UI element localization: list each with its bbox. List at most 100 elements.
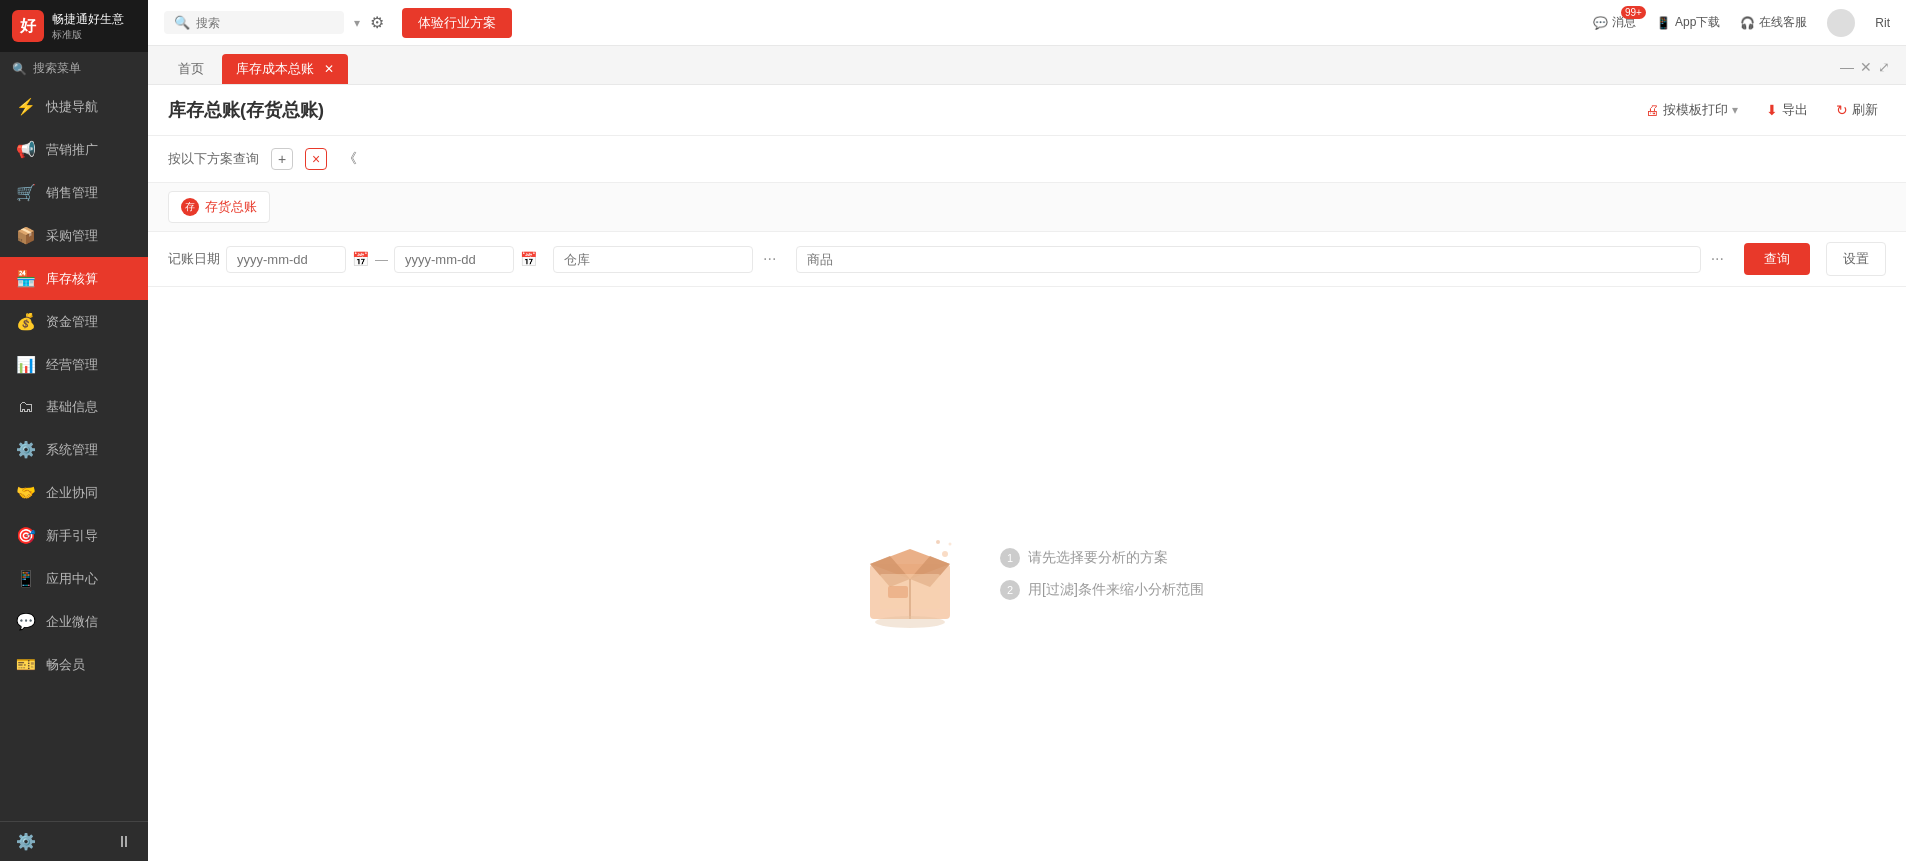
print-btn[interactable]: 🖨 按模板打印 ▾ [1637, 97, 1746, 123]
sidebar-item-label: 销售管理 [46, 184, 98, 202]
sales-icon: 🛒 [16, 183, 36, 202]
enterprise-icon: 🤝 [16, 483, 36, 502]
tab-close-all-icon[interactable]: ✕ [1860, 59, 1872, 75]
sidebar-item-quicknav[interactable]: ⚡ 快捷导航 [0, 85, 148, 128]
sidebar-item-business[interactable]: 📊 经营管理 [0, 343, 148, 386]
date-separator: — [375, 252, 388, 267]
sidebar-item-marketing[interactable]: 📢 营销推广 [0, 128, 148, 171]
online-service-action[interactable]: 🎧 在线客服 [1740, 14, 1807, 31]
logo-text: 畅捷通好生意 标准版 [52, 11, 124, 42]
export-btn[interactable]: ⬇ 导出 [1758, 97, 1816, 123]
header-chevron-icon[interactable]: ▾ [354, 16, 360, 30]
date-start-input[interactable] [226, 246, 346, 273]
warehouse-more-icon[interactable]: ··· [759, 250, 780, 268]
svg-rect-6 [888, 586, 908, 598]
main-content: 🔍 ▾ ⚙ 体验行业方案 💬 消息 99+ 📱 App下载 🎧 在线客服 Rit [148, 0, 1906, 861]
sidebar-item-label: 采购管理 [46, 227, 98, 245]
sidebar-item-inventory[interactable]: 🏪 库存核算 [0, 257, 148, 300]
message-action[interactable]: 💬 消息 99+ [1593, 14, 1636, 31]
refresh-icon: ↻ [1836, 102, 1848, 118]
headset-icon: 🎧 [1740, 16, 1755, 30]
wechat-icon: 💬 [16, 612, 36, 631]
query-btn[interactable]: 查询 [1744, 243, 1810, 275]
header-search-input[interactable] [196, 16, 346, 30]
sidebar-item-label: 系统管理 [46, 441, 98, 459]
filter-label: 按以下方案查询 [168, 150, 259, 168]
app-name: 畅捷通好生意 [52, 11, 124, 28]
sidebar-item-label: 应用中心 [46, 570, 98, 588]
header-gear-icon[interactable]: ⚙ [370, 13, 384, 32]
sidebar-item-appstore[interactable]: 📱 应用中心 [0, 557, 148, 600]
system-icon: ⚙️ [16, 440, 36, 459]
tab-minimize-icon[interactable]: — [1840, 59, 1854, 75]
sidebar-toggle-icon[interactable]: ⏸ [116, 833, 132, 851]
settings-btn[interactable]: 设置 [1826, 242, 1886, 276]
product-field-group: ··· [796, 246, 1728, 273]
online-service-label: 在线客服 [1759, 14, 1807, 31]
header-actions: 💬 消息 99+ 📱 App下载 🎧 在线客服 Rit [1593, 9, 1890, 37]
sidebar-item-system[interactable]: ⚙️ 系统管理 [0, 428, 148, 471]
tab-inventory-ledger[interactable]: 库存成本总账 ✕ [222, 54, 348, 84]
sidebar-item-purchase[interactable]: 📦 采购管理 [0, 214, 148, 257]
sidebar-item-member[interactable]: 🎫 畅会员 [0, 643, 148, 686]
filter-collapse-btn[interactable]: 《 [339, 148, 361, 170]
product-more-icon[interactable]: ··· [1707, 250, 1728, 268]
tip-text-2: 用[过滤]条件来缩小分析范围 [1028, 581, 1204, 599]
appstore-icon: 📱 [16, 569, 36, 588]
sidebar-item-label: 快捷导航 [46, 98, 98, 116]
sidebar: 好 畅捷通好生意 标准版 🔍 搜索菜单 ⚡ 快捷导航 📢 营销推广 🛒 销售管理… [0, 0, 148, 861]
industry-btn[interactable]: 体验行业方案 [402, 8, 512, 38]
sidebar-item-label: 资金管理 [46, 313, 98, 331]
message-badge: 99+ [1621, 6, 1646, 19]
tip-item-2: 2 用[过滤]条件来缩小分析范围 [1000, 580, 1204, 600]
refresh-btn[interactable]: ↻ 刷新 [1828, 97, 1886, 123]
search-label: 搜索菜单 [33, 60, 81, 77]
sidebar-search[interactable]: 🔍 搜索菜单 [0, 52, 148, 85]
warehouse-field-group: ··· [553, 246, 780, 273]
tab-label: 库存成本总账 [236, 61, 314, 76]
sidebar-item-label: 基础信息 [46, 398, 98, 416]
sidebar-item-sales[interactable]: 🛒 销售管理 [0, 171, 148, 214]
date-end-calendar-icon[interactable]: 📅 [520, 251, 537, 267]
page-actions: 🖨 按模板打印 ▾ ⬇ 导出 ↻ 刷新 [1637, 97, 1886, 123]
print-label: 按模板打印 [1663, 101, 1728, 119]
empty-illustration [850, 514, 970, 634]
sidebar-item-label: 营销推广 [46, 141, 98, 159]
logo-area: 好 畅捷通好生意 标准版 [0, 0, 148, 52]
settings-footer-icon[interactable]: ⚙️ [16, 832, 36, 851]
filter-add-btn[interactable]: + [271, 148, 293, 170]
app-download-label: App下载 [1675, 14, 1720, 31]
app-download-action[interactable]: 📱 App下载 [1656, 14, 1720, 31]
export-label: 导出 [1782, 101, 1808, 119]
scheme-item-inventory-ledger[interactable]: 存 存货总账 [168, 191, 270, 223]
message-icon: 💬 [1593, 16, 1608, 30]
tip-number-1: 1 [1000, 548, 1020, 568]
header-search-box[interactable]: 🔍 [164, 11, 344, 34]
product-input[interactable] [796, 246, 1700, 273]
date-field-group: 记账日期 📅 — 📅 [168, 246, 537, 273]
warehouse-input[interactable] [553, 246, 753, 273]
export-icon: ⬇ [1766, 102, 1778, 118]
app-badge: 标准版 [52, 28, 124, 42]
sidebar-nav: ⚡ 快捷导航 📢 营销推广 🛒 销售管理 📦 采购管理 🏪 库存核算 💰 资金管… [0, 85, 148, 821]
sidebar-item-basic[interactable]: 🗂 基础信息 [0, 386, 148, 428]
filter-bar: 按以下方案查询 + × 《 [148, 136, 1906, 183]
sidebar-footer: ⚙️ ⏸ [0, 821, 148, 861]
date-start-calendar-icon[interactable]: 📅 [352, 251, 369, 267]
tab-expand-icon[interactable]: ⤢ [1878, 59, 1890, 75]
search-icon: 🔍 [174, 15, 190, 30]
svg-point-7 [875, 616, 945, 628]
date-end-input[interactable] [394, 246, 514, 273]
tip-number-2: 2 [1000, 580, 1020, 600]
sidebar-item-wechat[interactable]: 💬 企业微信 [0, 600, 148, 643]
guide-icon: 🎯 [16, 526, 36, 545]
svg-point-8 [942, 551, 948, 557]
print-chevron-icon[interactable]: ▾ [1732, 103, 1738, 117]
sidebar-item-finance[interactable]: 💰 资金管理 [0, 300, 148, 343]
tab-home[interactable]: 首页 [164, 54, 218, 84]
tip-text-1: 请先选择要分析的方案 [1028, 549, 1168, 567]
tab-close-icon[interactable]: ✕ [324, 62, 334, 76]
filter-remove-btn[interactable]: × [305, 148, 327, 170]
sidebar-item-enterprise[interactable]: 🤝 企业协同 [0, 471, 148, 514]
sidebar-item-guide[interactable]: 🎯 新手引导 [0, 514, 148, 557]
